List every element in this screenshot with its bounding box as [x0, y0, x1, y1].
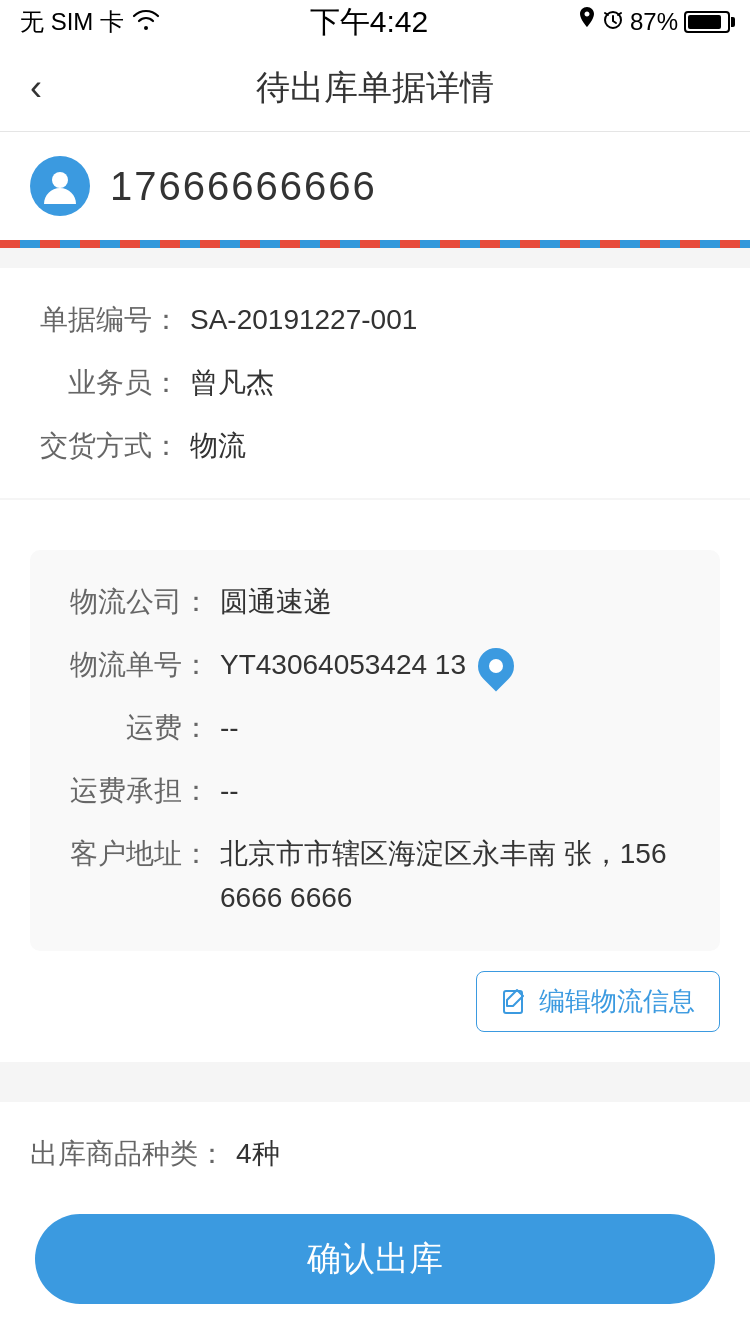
section-divider	[0, 1062, 750, 1082]
carrier-label: 无 SIM 卡	[20, 6, 124, 38]
goods-type-label: 出库商品种类：	[30, 1132, 236, 1177]
avatar	[30, 156, 90, 216]
freight-label: 运费：	[60, 706, 220, 751]
order-no-label: 单据编号：	[30, 298, 190, 343]
address-label: 客户地址：	[60, 832, 220, 877]
battery-percent: 87%	[630, 8, 678, 36]
back-button[interactable]: ‹	[30, 67, 42, 109]
company-row: 物流公司： 圆通速递	[60, 580, 690, 625]
status-right: 87%	[578, 7, 730, 37]
edit-logistics-button[interactable]: 编辑物流信息	[476, 971, 720, 1032]
location-status-icon	[578, 7, 596, 37]
company-value: 圆通速递	[220, 580, 690, 625]
svg-point-1	[52, 172, 68, 188]
nav-bar: ‹ 待出库单据详情	[0, 44, 750, 132]
address-row: 客户地址： 北京市市辖区海淀区永丰南 张，156 6666 6666	[60, 832, 690, 922]
customer-header: 17666666666	[0, 132, 750, 240]
dashed-divider	[0, 240, 750, 248]
edit-btn-row: 编辑物流信息	[30, 971, 720, 1032]
time-label: 下午4:42	[310, 2, 428, 43]
edit-icon	[501, 988, 529, 1016]
confirm-btn-wrapper: 确认出库	[0, 1194, 750, 1334]
order-no-value: SA-20191227-001	[190, 298, 720, 343]
order-info-section: 单据编号： SA-20191227-001 业务员： 曾凡杰 交货方式： 物流	[0, 268, 750, 498]
status-bar: 无 SIM 卡 下午4:42 87%	[0, 0, 750, 44]
salesperson-value: 曾凡杰	[190, 361, 720, 406]
map-pin-icon[interactable]	[471, 640, 522, 691]
address-value: 北京市市辖区海淀区永丰南 张，156 6666 6666	[220, 832, 690, 922]
salesperson-label: 业务员：	[30, 361, 190, 406]
delivery-value: 物流	[190, 424, 720, 469]
status-left: 无 SIM 卡	[20, 6, 160, 38]
goods-type-row: 出库商品种类： 4种	[30, 1132, 720, 1177]
wifi-icon	[132, 8, 160, 36]
freight-bearer-value: --	[220, 769, 690, 814]
tracking-row: 物流单号： YT43064053424 13	[60, 643, 690, 688]
delivery-label: 交货方式：	[30, 424, 190, 469]
battery-icon	[684, 11, 730, 33]
confirm-outbound-button[interactable]: 确认出库	[35, 1214, 715, 1304]
customer-phone: 17666666666	[110, 164, 377, 209]
logistics-card: 物流公司： 圆通速递 物流单号： YT43064053424 13 运费： --…	[30, 550, 720, 951]
company-label: 物流公司：	[60, 580, 220, 625]
freight-bearer-row: 运费承担： --	[60, 769, 690, 814]
tracking-value: YT43064053424 13	[220, 643, 690, 688]
freight-row: 运费： --	[60, 706, 690, 751]
tracking-label: 物流单号：	[60, 643, 220, 688]
order-no-row: 单据编号： SA-20191227-001	[30, 298, 720, 343]
logistics-section: 物流公司： 圆通速递 物流单号： YT43064053424 13 运费： --…	[0, 500, 750, 1062]
salesperson-row: 业务员： 曾凡杰	[30, 361, 720, 406]
goods-type-value: 4种	[236, 1132, 720, 1177]
page-content: 17666666666 单据编号： SA-20191227-001 业务员： 曾…	[0, 132, 750, 1334]
delivery-row: 交货方式： 物流	[30, 424, 720, 469]
alarm-icon	[602, 8, 624, 36]
page-title: 待出库单据详情	[256, 65, 494, 111]
freight-value: --	[220, 706, 690, 751]
freight-bearer-label: 运费承担：	[60, 769, 220, 814]
user-icon	[40, 166, 80, 206]
